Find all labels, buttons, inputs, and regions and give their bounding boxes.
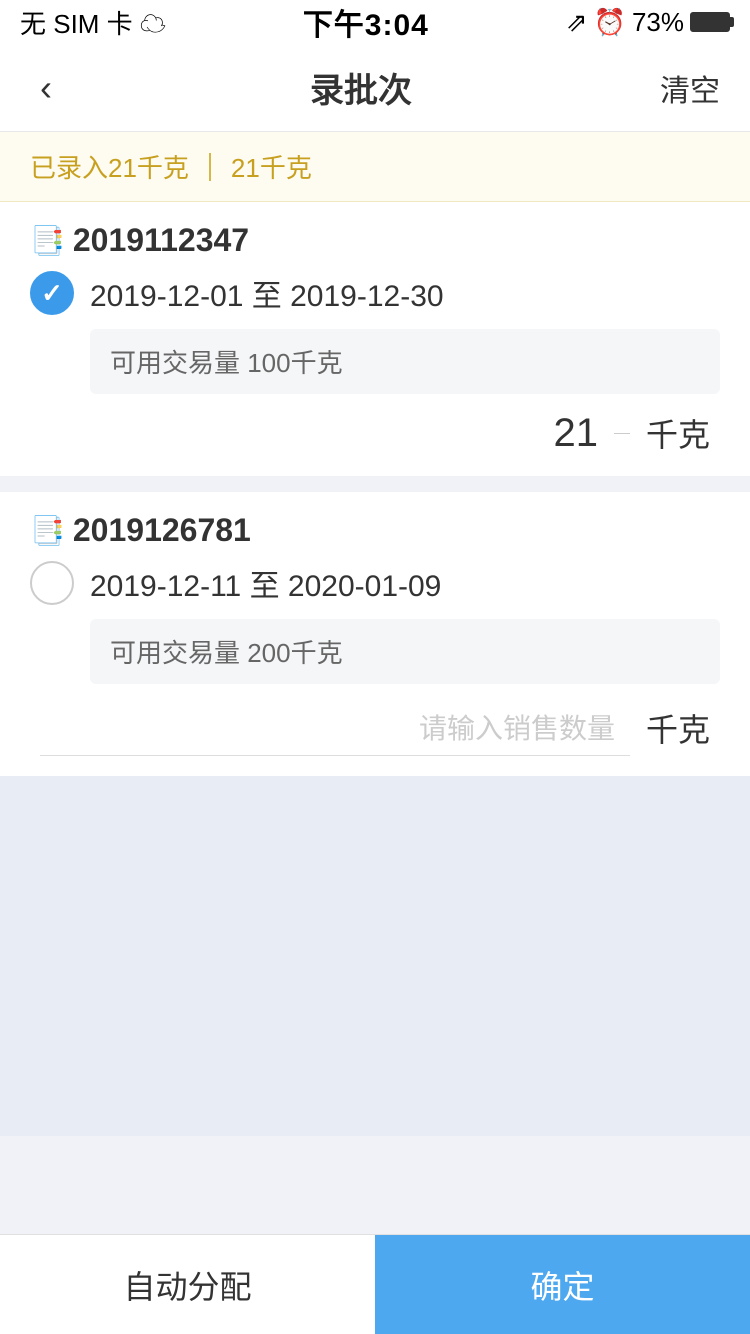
batch-avail-2: 可用交易量 200千克 bbox=[90, 619, 720, 684]
batch-date-1: 2019-12-01 至 2019-12-30 bbox=[90, 271, 444, 315]
batch-value-1: 21 bbox=[553, 411, 598, 456]
batch-icon-1: 📑 bbox=[30, 224, 65, 257]
auto-distribute-button[interactable]: 自动分配 bbox=[0, 1235, 375, 1334]
batch-icon-2: 📑 bbox=[30, 514, 65, 547]
info-divider bbox=[209, 153, 211, 181]
alarm-icon: ⏰ bbox=[594, 7, 626, 38]
radio-1[interactable]: ✓ bbox=[30, 271, 74, 315]
batch-id-1: 2019112347 bbox=[73, 222, 249, 259]
batch-date-2: 2019-12-11 至 2020-01-09 bbox=[90, 561, 441, 605]
sim-label: 无 SIM 卡 ☁ bbox=[20, 4, 166, 41]
batch-card-2: 📑 2019126781 2019-12-11 至 2020-01-09 可用交… bbox=[0, 492, 750, 776]
batch-input-row-2: 千克 bbox=[30, 700, 720, 756]
page-title: 录批次 bbox=[310, 63, 412, 112]
bottom-bar: 自动分配 确定 bbox=[0, 1234, 750, 1334]
section-separator bbox=[0, 476, 750, 492]
batch-select-row-1: ✓ 2019-12-01 至 2019-12-30 bbox=[30, 271, 720, 315]
confirm-button[interactable]: 确定 bbox=[375, 1235, 750, 1334]
batch-id-row-1: 📑 2019112347 bbox=[30, 222, 720, 259]
batch-avail-1: 可用交易量 100千克 bbox=[90, 329, 720, 394]
status-bar: 无 SIM 卡 ☁ 下午3:04 ⇗ ⏰ 73% bbox=[0, 0, 750, 44]
bottom-spacer bbox=[0, 776, 750, 1136]
info-banner: 已录入21千克 21千克 bbox=[0, 132, 750, 202]
location-icon: ⇗ bbox=[566, 7, 588, 38]
back-button[interactable]: ‹ bbox=[30, 57, 62, 119]
clear-button[interactable]: 清空 bbox=[660, 66, 720, 110]
batch-id-row-2: 📑 2019126781 bbox=[30, 512, 720, 549]
batch-unit-2: 千克 bbox=[646, 705, 710, 751]
status-left: 无 SIM 卡 ☁ bbox=[20, 4, 166, 41]
recorded-label: 已录入21千克 bbox=[30, 148, 189, 185]
status-right: ⇗ ⏰ 73% bbox=[566, 7, 730, 38]
battery-label: 73% bbox=[632, 7, 684, 38]
batch-select-row-2: 2019-12-11 至 2020-01-09 bbox=[30, 561, 720, 605]
batch-unit-1: 千克 bbox=[646, 410, 710, 456]
check-icon-1: ✓ bbox=[41, 278, 63, 309]
info-amount: 21千克 bbox=[231, 148, 312, 185]
batch-card-1: 📑 2019112347 ✓ 2019-12-01 至 2019-12-30 可… bbox=[0, 202, 750, 476]
battery-icon bbox=[690, 12, 730, 32]
quantity-input-2[interactable] bbox=[40, 700, 630, 756]
content-area: 已录入21千克 21千克 📑 2019112347 ✓ 2019-12-01 至… bbox=[0, 132, 750, 1334]
radio-2[interactable] bbox=[30, 561, 74, 605]
status-time: 下午3:04 bbox=[303, 0, 429, 44]
nav-bar: ‹ 录批次 清空 bbox=[0, 44, 750, 132]
batch-id-2: 2019126781 bbox=[73, 512, 251, 549]
batch-input-row-1: 21 千克 bbox=[30, 410, 720, 456]
